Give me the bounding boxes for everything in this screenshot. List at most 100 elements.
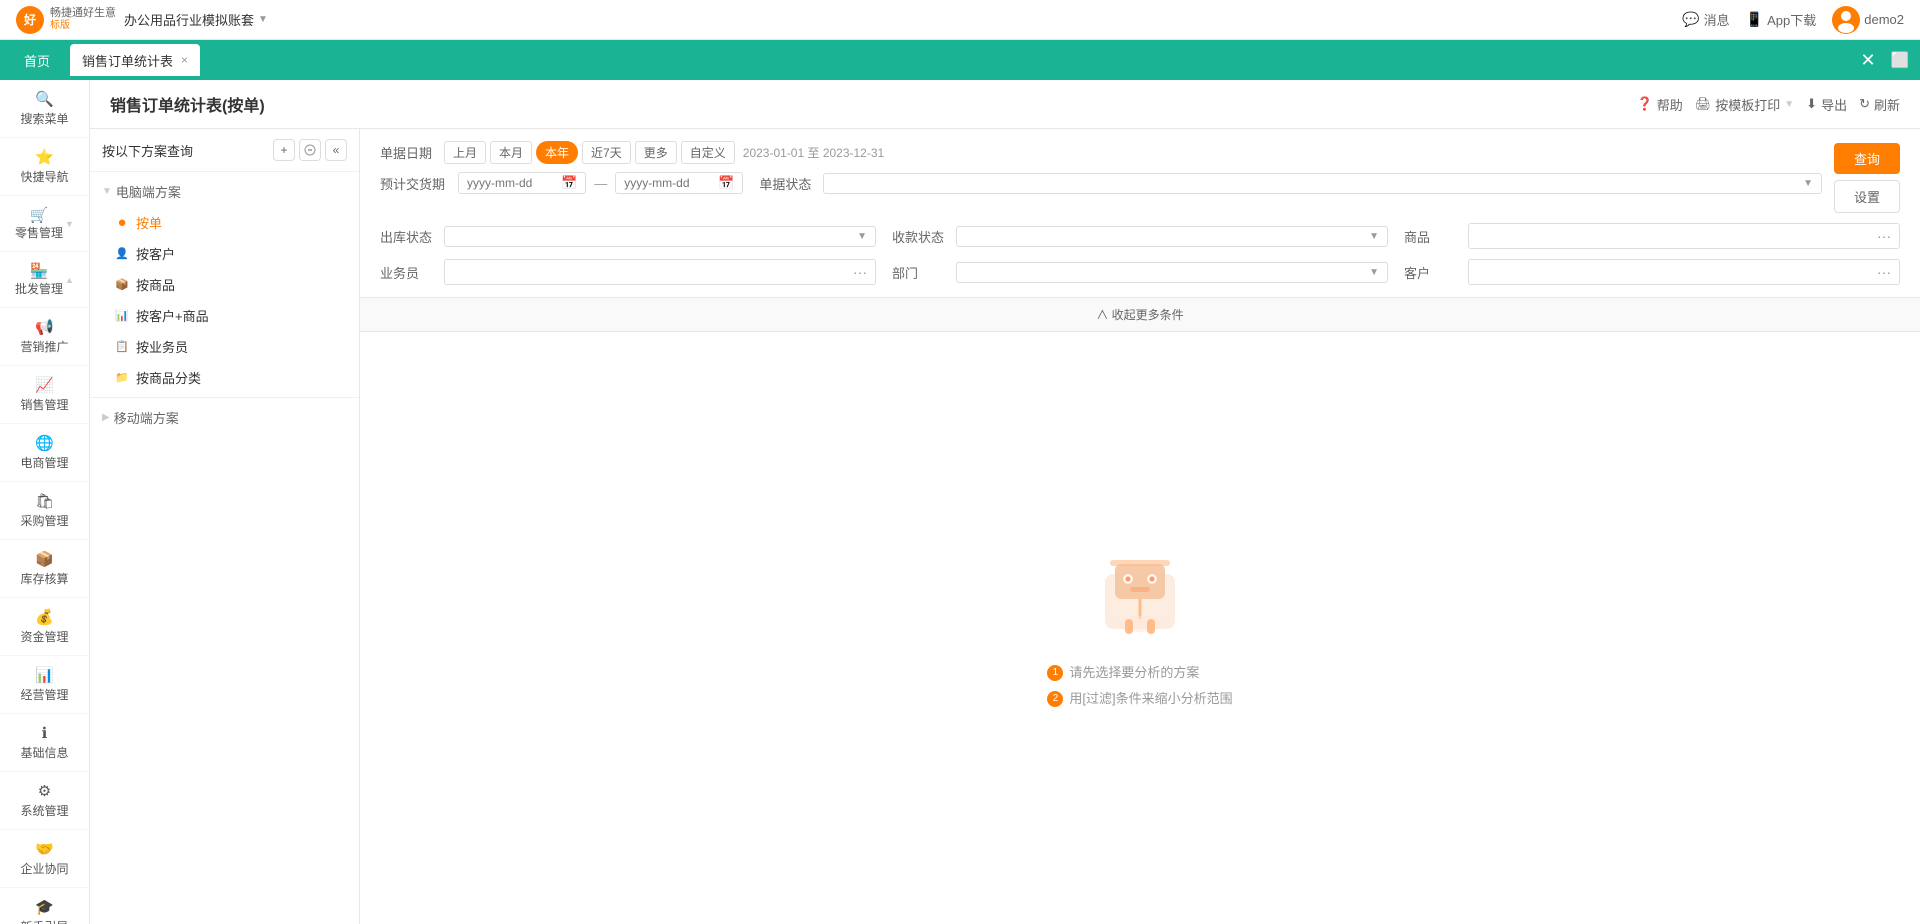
page-actions: ❓ 帮助 🖨 按模板打印 ▼ ⬇ 导出 ↻ 刷新 [1637, 95, 1900, 114]
customer-more-icon: ··· [1877, 264, 1891, 280]
date-btn-last-month[interactable]: 上月 [444, 141, 486, 164]
message-btn[interactable]: 💬 消息 [1682, 10, 1729, 29]
logo-icon: 好 [16, 6, 44, 34]
top-bar: 好 畅捷通好生意 标版 办公用品行业模拟账套 ▼ 💬 消息 📱 App下载 de… [0, 0, 1920, 40]
calendar-icon-start: 📅 [561, 175, 577, 191]
sidebar-item-sales[interactable]: 📈 销售管理 [0, 366, 89, 424]
window-maximize-btn[interactable]: ⬜ [1888, 48, 1912, 72]
filter-row-1: 单据日期 上月 本月 本年 近7天 更多 自定义 2023-01-01 至 20… [380, 141, 1822, 194]
sidebar-item-basic[interactable]: ℹ 基础信息 [0, 714, 89, 772]
sidebar-item-enterprise[interactable]: 🤝 企业协同 [0, 830, 89, 888]
scheme-item-by-salesman[interactable]: 📋 按业务员 [90, 331, 359, 362]
tab-sales-order[interactable]: 销售订单统计表 × [70, 44, 200, 76]
refresh-btn[interactable]: ↻ 刷新 [1859, 95, 1900, 114]
sidebar-item-retail[interactable]: 🛒 零售管理 ▼ [0, 196, 89, 252]
customer-goods-icon: 📊 [114, 308, 130, 324]
workspace-selector[interactable]: 办公用品行业模拟账套 ▼ [124, 10, 268, 29]
goods-more-icon: ··· [1877, 228, 1891, 244]
window-minimize-btn[interactable]: ✕ [1856, 48, 1880, 72]
bill-status-select[interactable]: ▼ [823, 173, 1822, 194]
filter-area: 单据日期 上月 本月 本年 近7天 更多 自定义 2023-01-01 至 20… [360, 129, 1920, 298]
top-bar-right: 💬 消息 📱 App下载 demo2 [1682, 6, 1904, 34]
date-btn-this-month[interactable]: 本月 [490, 141, 532, 164]
receipt-status-arrow-icon: ▼ [1369, 231, 1379, 242]
left-panel-header: 按以下方案查询 + « [90, 129, 359, 172]
left-panel: 按以下方案查询 + « ▼ 电脑端方案 [90, 129, 360, 924]
query-button[interactable]: 查询 [1834, 143, 1900, 174]
sidebar-item-finance[interactable]: 💰 资金管理 [0, 598, 89, 656]
scheme-item-by-customer[interactable]: 👤 按客户 [90, 238, 359, 269]
layout-row: 按以下方案查询 + « ▼ 电脑端方案 [90, 129, 1920, 924]
date-btn-more[interactable]: 更多 [635, 141, 677, 164]
date-btn-last-7days[interactable]: 近7天 [582, 141, 631, 164]
sidebar-item-inventory[interactable]: 📦 库存核算 [0, 540, 89, 598]
order-icon: ● [114, 215, 130, 231]
expected-delivery-start[interactable]: 📅 [458, 172, 586, 194]
calendar-icon-end: 📅 [718, 175, 734, 191]
scheme-group-mobile: ▶ 移动端方案 [90, 398, 359, 437]
sidebar-item-shortcut[interactable]: ⭐ 快捷导航 [0, 138, 89, 196]
query-btn-group: 查询 设置 [1834, 143, 1900, 213]
shipment-status-select[interactable]: ▼ [444, 226, 876, 247]
edit-scheme-btn[interactable] [299, 139, 321, 161]
logo-text: 畅捷通好生意 标版 [50, 7, 116, 32]
date-buttons: 上月 本月 本年 近7天 更多 自定义 [444, 141, 735, 164]
page-header: 销售订单统计表(按单) ❓ 帮助 🖨 按模板打印 ▼ ⬇ 导出 ↻ [90, 80, 1920, 129]
main-layout: 🔍 搜索菜单 ⭐ 快捷导航 🛒 零售管理 ▼ 🏪 批发管理 ▲ 📢 营销推广 [0, 80, 1920, 924]
nav-sidebar: 🔍 搜索菜单 ⭐ 快捷导航 🛒 零售管理 ▼ 🏪 批发管理 ▲ 📢 营销推广 [0, 80, 90, 924]
tab-bar-actions: ✕ ⬜ [1856, 48, 1912, 72]
app-download-btn[interactable]: 📱 App下载 [1746, 10, 1817, 29]
tab-close-icon[interactable]: × [181, 53, 188, 67]
page-title: 销售订单统计表(按单) [110, 92, 265, 116]
scheme-item-by-category[interactable]: 📁 按商品分类 [90, 362, 359, 393]
goods-icon: 📦 [114, 277, 130, 293]
main-content: 单据日期 上月 本月 本年 近7天 更多 自定义 2023-01-01 至 20… [360, 129, 1920, 924]
empty-tips: 1 请先选择要分析的方案 2 用[过滤]条件来缩小分析范围 [1047, 660, 1232, 712]
scheme-item-by-customer-goods[interactable]: 📊 按客户+商品 [90, 300, 359, 331]
scheme-group-pc: ▼ 电脑端方案 ● 按单 👤 按客户 📦 按商品 [90, 172, 359, 397]
receipt-status-select[interactable]: ▼ [956, 226, 1388, 247]
add-scheme-btn[interactable]: + [273, 139, 295, 161]
scheme-item-by-order[interactable]: ● 按单 [90, 207, 359, 238]
scheme-item-by-goods[interactable]: 📦 按商品 [90, 269, 359, 300]
salesman-select[interactable]: ··· [444, 259, 876, 285]
scheme-group-mobile-title[interactable]: ▶ 移动端方案 [90, 402, 359, 433]
collapse-bar[interactable]: ∧ 收起更多条件 [360, 298, 1920, 332]
export-btn[interactable]: ⬇ 导出 [1806, 95, 1847, 114]
help-btn[interactable]: ❓ 帮助 [1637, 95, 1683, 114]
delivery-date-start-input[interactable] [467, 176, 557, 190]
sidebar-item-search[interactable]: 🔍 搜索菜单 [0, 80, 89, 138]
tip-2-num: 2 [1047, 691, 1063, 707]
sidebar-item-purchase[interactable]: 🛍 采购管理 [0, 482, 89, 540]
department-select[interactable]: ▼ [956, 262, 1388, 283]
expected-delivery-end[interactable]: 📅 [615, 172, 743, 194]
date-btn-this-year[interactable]: 本年 [536, 141, 578, 164]
delivery-date-end-input[interactable] [624, 176, 714, 190]
bill-status-arrow-icon: ▼ [1803, 178, 1813, 189]
sidebar-item-marketing[interactable]: 📢 营销推广 [0, 308, 89, 366]
shipment-status-arrow-icon: ▼ [857, 231, 867, 242]
empty-illustration [1080, 544, 1200, 644]
department-arrow-icon: ▼ [1369, 267, 1379, 278]
sidebar-item-operations[interactable]: 📊 经营管理 [0, 656, 89, 714]
sidebar-item-newbie[interactable]: 🎓 新手引导 [0, 888, 89, 924]
user-avatar[interactable]: demo2 [1832, 6, 1904, 34]
tab-home[interactable]: 首页 [8, 40, 66, 80]
tab-bar: 首页 销售订单统计表 × ✕ ⬜ [0, 40, 1920, 80]
collapse-panel-btn[interactable]: « [325, 139, 347, 161]
scheme-group-pc-title[interactable]: ▼ 电脑端方案 [90, 176, 359, 207]
category-icon: 📁 [114, 370, 130, 386]
template-print-btn[interactable]: 🖨 按模板打印 ▼ [1695, 95, 1794, 114]
content-area: 销售订单统计表(按单) ❓ 帮助 🖨 按模板打印 ▼ ⬇ 导出 ↻ [90, 80, 1920, 924]
date-btn-custom[interactable]: 自定义 [681, 141, 735, 164]
sidebar-item-ecom[interactable]: 🌐 电商管理 [0, 424, 89, 482]
customer-icon: 👤 [114, 246, 130, 262]
customer-select[interactable]: ··· [1468, 259, 1900, 285]
sidebar-item-wholesale[interactable]: 🏪 批发管理 ▲ [0, 252, 89, 308]
salesman-icon: 📋 [114, 339, 130, 355]
goods-select[interactable]: ··· [1468, 223, 1900, 249]
empty-state: 1 请先选择要分析的方案 2 用[过滤]条件来缩小分析范围 [360, 332, 1920, 924]
sidebar-item-system[interactable]: ⚙ 系统管理 [0, 772, 89, 830]
settings-button[interactable]: 设置 [1834, 180, 1900, 213]
logo-area: 好 畅捷通好生意 标版 [16, 6, 116, 34]
